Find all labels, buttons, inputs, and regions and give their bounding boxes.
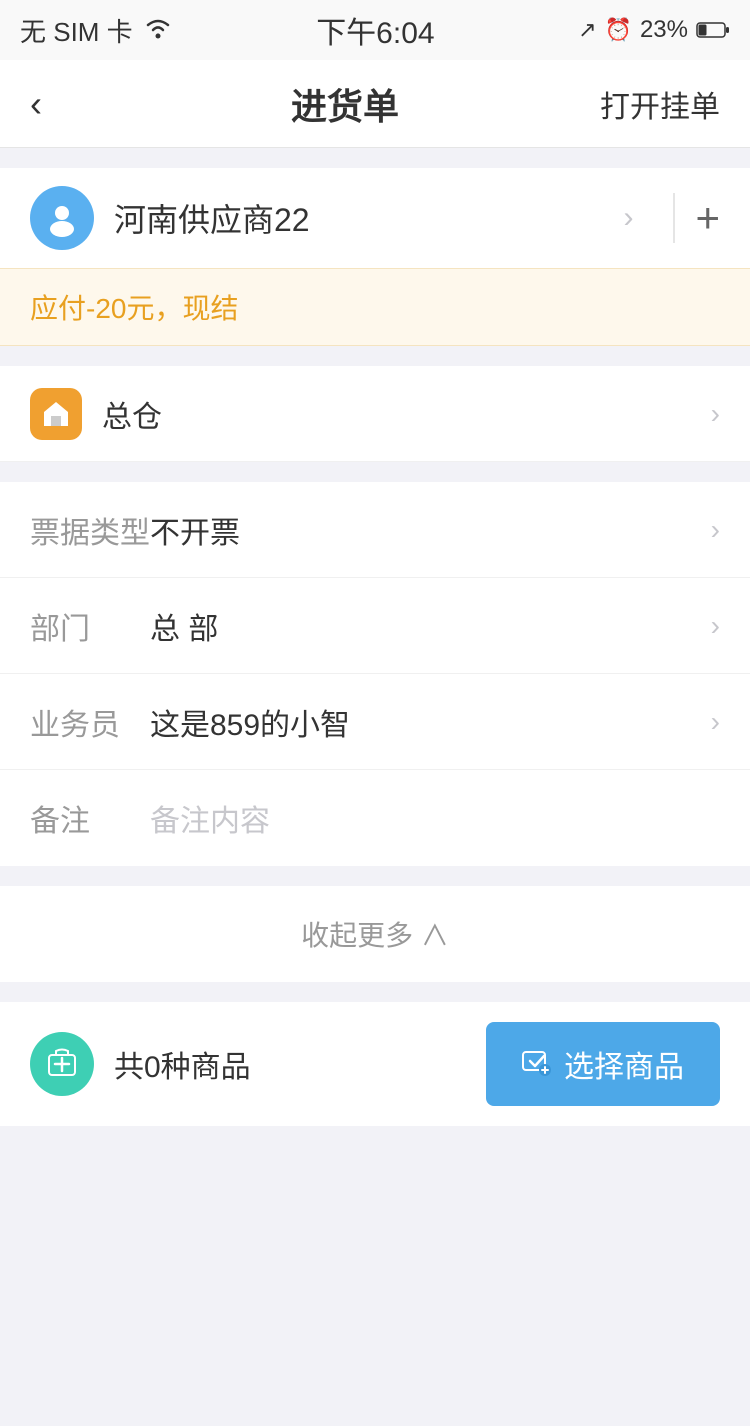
warehouse-row[interactable]: 总仓 › [0,366,750,462]
remark-label: 备注 [30,796,150,840]
form-section: 票据类型 不开票 › 部门 总 部 › 业务员 这是859的小智 › 备注 备注… [0,482,750,866]
warehouse-section: 总仓 › [0,366,750,462]
select-product-button[interactable]: 选择商品 [486,1022,720,1106]
open-pending-button[interactable]: 打开挂单 [600,82,720,126]
supplier-section: 河南供应商22 › + 应付-20元，现结 [0,168,750,346]
status-left: 无 SIM 卡 [20,12,173,49]
supplier-chevron-icon: › [623,201,633,235]
battery-percent: 23% [640,16,688,44]
back-button[interactable]: ‹ [30,83,90,125]
invoice-type-chevron-icon: › [711,514,720,546]
supplier-name: 河南供应商22 [114,195,623,241]
content-area: 河南供应商22 › + 应付-20元，现结 总仓 › 票据类型 不开票 [0,168,750,1426]
alarm-icon: ⏰ [605,17,632,43]
department-value: 总 部 [150,604,701,648]
department-label: 部门 [30,604,150,648]
salesperson-chevron-icon: › [711,706,720,738]
carrier-label: 无 SIM 卡 [20,12,133,49]
status-time: 下午6:04 [316,8,434,52]
salesperson-row[interactable]: 业务员 这是859的小智 › [0,674,750,770]
battery-icon [696,15,730,46]
salesperson-value: 这是859的小智 [150,700,701,744]
supplier-row[interactable]: 河南供应商22 › + [0,168,750,268]
bottom-bar: 共0种商品 选择商品 [0,1002,750,1126]
invoice-type-row[interactable]: 票据类型 不开票 › [0,482,750,578]
collapse-button[interactable]: 收起更多 ∧ [0,886,750,982]
supplier-divider [673,193,675,243]
warehouse-icon-wrap [30,388,82,440]
product-icon-wrap [30,1032,94,1096]
salesperson-label: 业务员 [30,700,150,744]
location-icon: ↗ [578,17,596,43]
product-count: 共0种商品 [114,1042,466,1086]
section-gap-2 [0,462,750,482]
remark-placeholder: 备注内容 [150,796,720,840]
info-banner: 应付-20元，现结 [0,268,750,346]
status-right: ↗ ⏰ 23% [578,15,730,46]
department-chevron-icon: › [711,610,720,642]
gray-fill [0,1126,750,1426]
page-title: 进货单 [291,78,399,130]
wifi-icon [143,15,173,46]
section-gap-1 [0,346,750,366]
status-bar: 无 SIM 卡 下午6:04 ↗ ⏰ 23% [0,0,750,60]
remark-row[interactable]: 备注 备注内容 [0,770,750,866]
nav-bar: ‹ 进货单 打开挂单 [0,60,750,148]
department-row[interactable]: 部门 总 部 › [0,578,750,674]
warehouse-name: 总仓 [102,392,701,436]
select-product-label: 选择商品 [564,1042,684,1086]
add-supplier-button[interactable]: + [695,197,720,239]
supplier-avatar [30,186,94,250]
invoice-type-value: 不开票 [150,508,701,552]
collapse-label: 收起更多 ∧ [301,920,449,951]
info-text: 应付-20元，现结 [30,293,238,324]
invoice-type-label: 票据类型 [30,508,150,552]
warehouse-chevron-icon: › [711,398,720,430]
